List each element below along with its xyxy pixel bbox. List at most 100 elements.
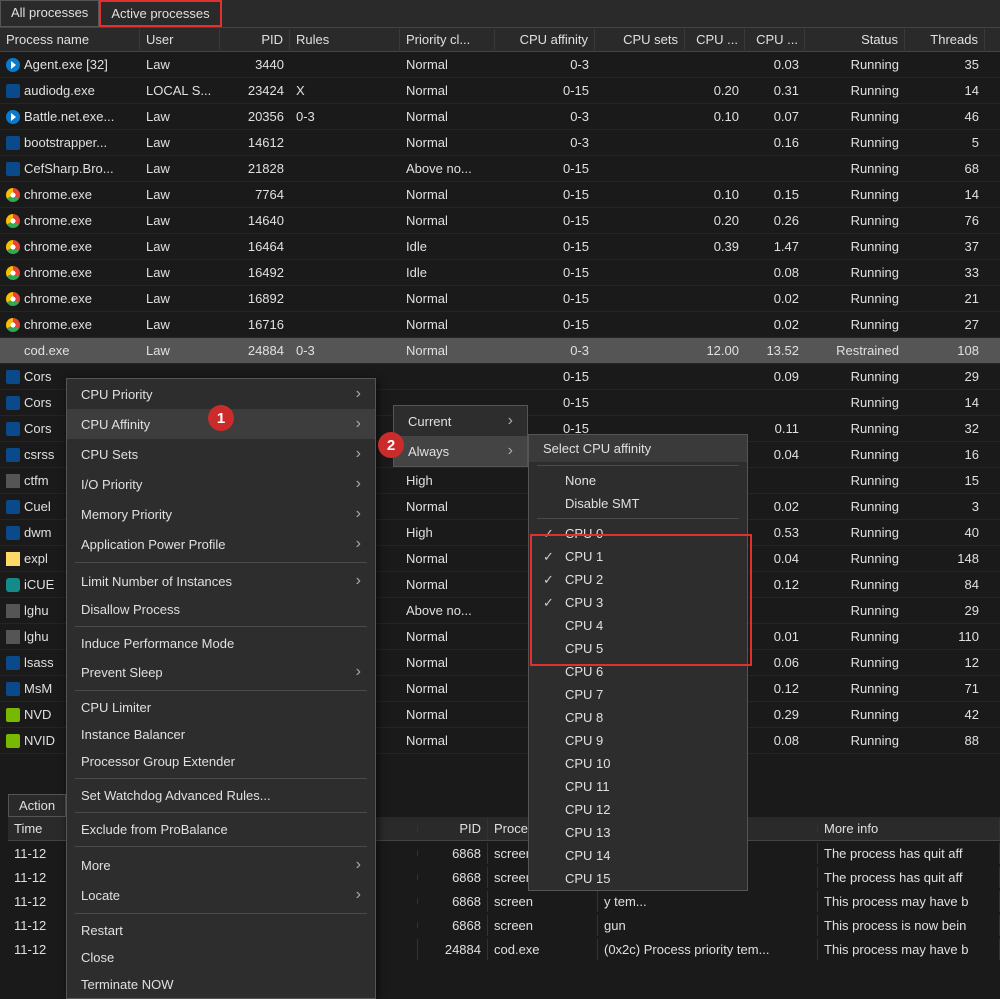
menu-item[interactable]: CPU Sets [67, 439, 375, 469]
cpu-toggle-item[interactable]: CPU 10 [529, 752, 747, 775]
cpu-toggle-item[interactable]: CPU 6 [529, 660, 747, 683]
process-row[interactable]: chrome.exeLaw16716Normal0-150.02Running2… [0, 312, 1000, 338]
cpu-toggle-item[interactable]: CPU 11 [529, 775, 747, 798]
cell-user: Law [140, 106, 220, 127]
submenu-item-label: Always [408, 444, 449, 459]
menu-item[interactable]: Memory Priority [67, 499, 375, 529]
process-icon [6, 734, 20, 748]
tab-active-processes[interactable]: Active processes [99, 0, 221, 27]
cpu-toggle-item[interactable]: CPU 14 [529, 844, 747, 867]
tab-all-processes[interactable]: All processes [0, 0, 99, 27]
process-row[interactable]: audiodg.exeLOCAL S...23424XNormal0-150.2… [0, 78, 1000, 104]
menu-item[interactable]: CPU Limiter [67, 694, 375, 721]
menu-item[interactable]: More [67, 850, 375, 880]
col-threads[interactable]: Threads [905, 29, 985, 50]
cell-cpu1: 0.39 [685, 236, 745, 257]
cell-cpu2 [745, 478, 805, 484]
cpu-toggle-item[interactable]: CPU 5 [529, 637, 747, 660]
cell-pid: 20356 [220, 106, 290, 127]
submenu-item[interactable]: Current [394, 406, 527, 436]
cpu-menu-item[interactable]: None [529, 469, 747, 492]
col-rules[interactable]: Rules [290, 29, 400, 50]
process-row[interactable]: Agent.exe [32]Law3440Normal0-30.03Runnin… [0, 52, 1000, 78]
menu-item[interactable]: Close [67, 944, 375, 971]
col-priority[interactable]: Priority cl... [400, 29, 495, 50]
cell-priority: Normal [400, 132, 495, 153]
process-row[interactable]: cod.exeLaw248840-3Normal0-312.0013.52Res… [0, 338, 1000, 364]
menu-item[interactable]: Prevent Sleep [67, 657, 375, 687]
menu-item[interactable]: Terminate NOW [67, 971, 375, 998]
cell-priority [400, 374, 495, 380]
submenu-affinity[interactable]: Current Always [393, 405, 528, 467]
cell-status: Running [805, 574, 905, 595]
col-cpu1[interactable]: CPU ... [685, 29, 745, 50]
log-col-pid[interactable]: PID [418, 818, 488, 839]
cpu-toggle-item[interactable]: CPU 0 [529, 522, 747, 545]
log-col-info[interactable]: More info [818, 818, 1000, 839]
menu-item[interactable]: I/O Priority [67, 469, 375, 499]
col-user[interactable]: User [140, 29, 220, 50]
process-row[interactable]: chrome.exeLaw16464Idle0-150.391.47Runnin… [0, 234, 1000, 260]
process-row[interactable]: CefSharp.Bro...Law21828Above no...0-15Ru… [0, 156, 1000, 182]
submenu-item[interactable]: Always [394, 436, 527, 466]
menu-item-label: Memory Priority [81, 507, 172, 522]
process-name: expl [24, 551, 48, 566]
cell-status: Running [805, 496, 905, 517]
cpu-toggle-item[interactable]: CPU 9 [529, 729, 747, 752]
cpu-toggle-item[interactable]: CPU 8 [529, 706, 747, 729]
process-row[interactable]: chrome.exeLaw16492Idle0-150.08Running33 [0, 260, 1000, 286]
cpu-toggle-item[interactable]: CPU 15 [529, 867, 747, 890]
tab-actions-log[interactable]: Action [8, 794, 66, 817]
col-affinity[interactable]: CPU affinity [495, 29, 595, 50]
cpu-toggle-item[interactable]: CPU 2 [529, 568, 747, 591]
col-process-name[interactable]: Process name [0, 29, 140, 50]
log-pid: 6868 [418, 867, 488, 888]
log-pid: 24884 [418, 939, 488, 960]
cell-priority: Normal [400, 314, 495, 335]
menu-item[interactable]: Application Power Profile [67, 529, 375, 559]
context-menu[interactable]: CPU PriorityCPU AffinityCPU SetsI/O Prio… [66, 378, 376, 999]
cell-user: LOCAL S... [140, 80, 220, 101]
menu-item[interactable]: Locate [67, 880, 375, 910]
process-row[interactable]: chrome.exeLaw16892Normal0-150.02Running2… [0, 286, 1000, 312]
cell-threads: 14 [905, 80, 985, 101]
col-cpu2[interactable]: CPU ... [745, 29, 805, 50]
menu-item[interactable]: Set Watchdog Advanced Rules... [67, 782, 375, 809]
process-icon [6, 656, 20, 670]
menu-item[interactable]: Instance Balancer [67, 721, 375, 748]
cpu-toggle-item[interactable]: CPU 3 [529, 591, 747, 614]
process-row[interactable]: chrome.exeLaw14640Normal0-150.200.26Runn… [0, 208, 1000, 234]
menu-item[interactable]: Induce Performance Mode [67, 630, 375, 657]
cpu-toggle-item[interactable]: CPU 13 [529, 821, 747, 844]
tab-bar: All processes Active processes [0, 0, 1000, 28]
cell-sets [595, 322, 685, 328]
col-cpu-sets[interactable]: CPU sets [595, 29, 685, 50]
menu-item[interactable]: Restart [67, 917, 375, 944]
log-info: This process is now bein [818, 915, 1000, 936]
cell-status: Running [805, 678, 905, 699]
cpu-toggle-item[interactable]: CPU 7 [529, 683, 747, 706]
cpu-toggle-item[interactable]: CPU 12 [529, 798, 747, 821]
menu-item[interactable]: Processor Group Extender [67, 748, 375, 775]
cell-cpu1: 0.10 [685, 106, 745, 127]
process-icon [6, 526, 20, 540]
cell-threads: 37 [905, 236, 985, 257]
process-row[interactable]: bootstrapper...Law14612Normal0-30.16Runn… [0, 130, 1000, 156]
cell-threads: 110 [905, 626, 985, 647]
col-status[interactable]: Status [805, 29, 905, 50]
cpu-toggle-item[interactable]: CPU 4 [529, 614, 747, 637]
menu-item[interactable]: Disallow Process [67, 596, 375, 623]
menu-item[interactable]: Limit Number of Instances [67, 566, 375, 596]
process-row[interactable]: Battle.net.exe...Law203560-3Normal0-30.1… [0, 104, 1000, 130]
cpu-menu-item[interactable]: Disable SMT [529, 492, 747, 515]
col-pid[interactable]: PID [220, 29, 290, 50]
cpu-toggle-item[interactable]: CPU 1 [529, 545, 747, 568]
process-row[interactable]: chrome.exeLaw7764Normal0-150.100.15Runni… [0, 182, 1000, 208]
process-icon [6, 292, 20, 306]
submenu-cpu-list[interactable]: Select CPU affinityNoneDisable SMTCPU 0C… [528, 434, 748, 891]
log-action: (0x2c) Process priority tem... [598, 939, 818, 960]
menu-item[interactable]: Exclude from ProBalance [67, 816, 375, 843]
process-icon [6, 344, 20, 358]
cell-rules [290, 218, 400, 224]
cell-pid: 16716 [220, 314, 290, 335]
